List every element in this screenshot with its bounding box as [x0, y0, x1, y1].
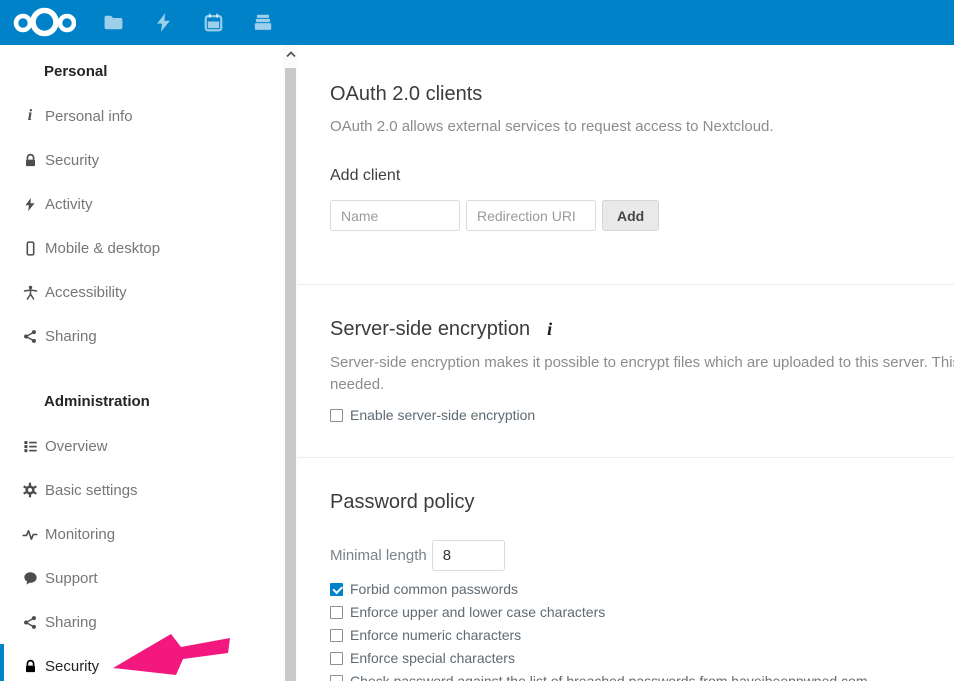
lock-icon — [22, 152, 38, 168]
sidebar-item-accessibility[interactable]: Accessibility — [0, 270, 283, 314]
nextcloud-logo-icon — [12, 6, 76, 40]
calendar-app-button[interactable] — [188, 0, 238, 45]
checkbox-label: Forbid common passwords — [350, 581, 518, 597]
add-client-heading: Add client — [330, 167, 954, 185]
checkbox-label: Enforce special characters — [350, 650, 515, 666]
password-policy-options: Forbid common passwords Enforce upper an… — [330, 581, 954, 681]
enable-encryption-row[interactable]: Enable server-side encryption — [330, 407, 954, 423]
oauth-section: OAuth 2.0 clients OAuth 2.0 allows exter… — [298, 45, 954, 284]
password-policy-section: Password policy Minimal length Forbid co… — [298, 457, 954, 681]
enforce-special-checkbox[interactable] — [330, 652, 343, 665]
files-app-button[interactable] — [88, 0, 138, 45]
sidebar-item-admin-support[interactable]: Support — [0, 556, 283, 600]
check-breached-checkbox[interactable] — [330, 675, 343, 681]
sidebar-item-admin-security[interactable]: Security — [0, 644, 283, 681]
sidebar-item-personal-security[interactable]: Security — [0, 138, 283, 182]
sidebar-item-label: Accessibility — [45, 284, 127, 301]
minimal-length-row: Minimal length — [330, 540, 954, 571]
enforce-numeric-checkbox[interactable] — [330, 629, 343, 642]
activity-app-button[interactable] — [138, 0, 188, 45]
enforce-case-checkbox[interactable] — [330, 606, 343, 619]
encryption-description: Server-side encryption makes it possible… — [330, 352, 954, 395]
sidebar-section-administration: Administration — [0, 380, 283, 424]
encryption-description-line2: needed. — [330, 374, 954, 396]
sidebar-item-admin-basic-settings[interactable]: Basic settings — [0, 468, 283, 512]
app-navigation — [88, 0, 288, 45]
info-icon: i — [22, 108, 38, 124]
minimal-length-input[interactable] — [432, 540, 505, 571]
checkbox-label: Check password against the list of breac… — [350, 673, 868, 681]
nextcloud-logo[interactable] — [0, 0, 88, 45]
sidebar-item-label: Mobile & desktop — [45, 240, 160, 257]
sidebar-item-personal-sharing[interactable]: Sharing — [0, 314, 283, 358]
settings-sidebar: Personal i Personal info Security Activi… — [0, 45, 283, 681]
sidebar-item-admin-overview[interactable]: Overview — [0, 424, 283, 468]
checkbox-label: Enforce upper and lower case characters — [350, 604, 605, 620]
sidebar-item-label: Activity — [45, 196, 93, 213]
settings-content: OAuth 2.0 clients OAuth 2.0 allows exter… — [298, 45, 954, 681]
calendar-icon — [203, 12, 224, 33]
encryption-description-line1: Server-side encryption makes it possible… — [330, 352, 954, 374]
oauth-title: OAuth 2.0 clients — [330, 82, 954, 106]
sidebar-item-label: Overview — [45, 438, 108, 455]
sidebar-item-label: Sharing — [45, 614, 97, 631]
sidebar-item-personal-info[interactable]: i Personal info — [0, 94, 283, 138]
info-icon[interactable]: i — [547, 317, 552, 341]
sidebar-item-activity[interactable]: Activity — [0, 182, 283, 226]
encryption-section: Server-side encryption i Server-side enc… — [298, 284, 954, 457]
pulse-icon — [22, 526, 38, 542]
mobile-icon — [22, 240, 38, 256]
add-client-form: Add — [330, 200, 954, 231]
check-breached-row[interactable]: Check password against the list of breac… — [330, 673, 954, 681]
minimal-length-label: Minimal length — [330, 547, 427, 564]
activity-icon — [154, 12, 173, 33]
share-icon — [22, 614, 38, 630]
forbid-common-passwords-checkbox[interactable] — [330, 583, 343, 596]
sidebar-item-label: Basic settings — [45, 482, 138, 499]
sidebar-item-label: Monitoring — [45, 526, 115, 543]
sidebar-item-label: Personal info — [45, 108, 133, 125]
lock-icon — [22, 658, 38, 674]
sidebar-section-personal: Personal — [0, 50, 283, 94]
encryption-title-row: Server-side encryption i — [330, 317, 954, 341]
chevron-up-icon — [286, 51, 296, 58]
sidebar-scrollbar[interactable] — [283, 45, 298, 681]
sidebar-item-admin-sharing[interactable]: Sharing — [0, 600, 283, 644]
sidebar-item-admin-monitoring[interactable]: Monitoring — [0, 512, 283, 556]
encryption-title: Server-side encryption — [330, 317, 530, 341]
scrollbar-thumb[interactable] — [285, 68, 296, 681]
sidebar-item-mobile-desktop[interactable]: Mobile & desktop — [0, 226, 283, 270]
password-policy-title: Password policy — [330, 490, 954, 514]
scrollbar-up-arrow[interactable] — [283, 45, 298, 63]
enforce-numeric-row[interactable]: Enforce numeric characters — [330, 627, 954, 643]
redirection-uri-input[interactable] — [466, 200, 596, 231]
enable-encryption-checkbox[interactable] — [330, 409, 343, 422]
lightning-icon — [22, 196, 38, 212]
deck-icon — [252, 12, 274, 33]
accessibility-icon — [22, 284, 38, 300]
files-icon — [103, 12, 124, 33]
checkbox-label: Enforce numeric characters — [350, 627, 521, 643]
list-icon — [22, 438, 38, 454]
enforce-case-row[interactable]: Enforce upper and lower case characters — [330, 604, 954, 620]
enforce-special-row[interactable]: Enforce special characters — [330, 650, 954, 666]
sidebar-item-label: Security — [45, 658, 99, 675]
gear-icon — [22, 482, 38, 498]
enable-encryption-label: Enable server-side encryption — [350, 407, 535, 423]
header-bar — [0, 0, 954, 45]
sidebar-item-label: Security — [45, 152, 99, 169]
forbid-common-passwords-row[interactable]: Forbid common passwords — [330, 581, 954, 597]
oauth-description: OAuth 2.0 allows external services to re… — [330, 118, 954, 135]
sidebar-item-label: Support — [45, 570, 98, 587]
add-client-button[interactable]: Add — [602, 200, 659, 231]
share-icon — [22, 328, 38, 344]
client-name-input[interactable] — [330, 200, 460, 231]
sidebar-item-label: Sharing — [45, 328, 97, 345]
speech-bubble-icon — [22, 570, 38, 586]
deck-app-button[interactable] — [238, 0, 288, 45]
